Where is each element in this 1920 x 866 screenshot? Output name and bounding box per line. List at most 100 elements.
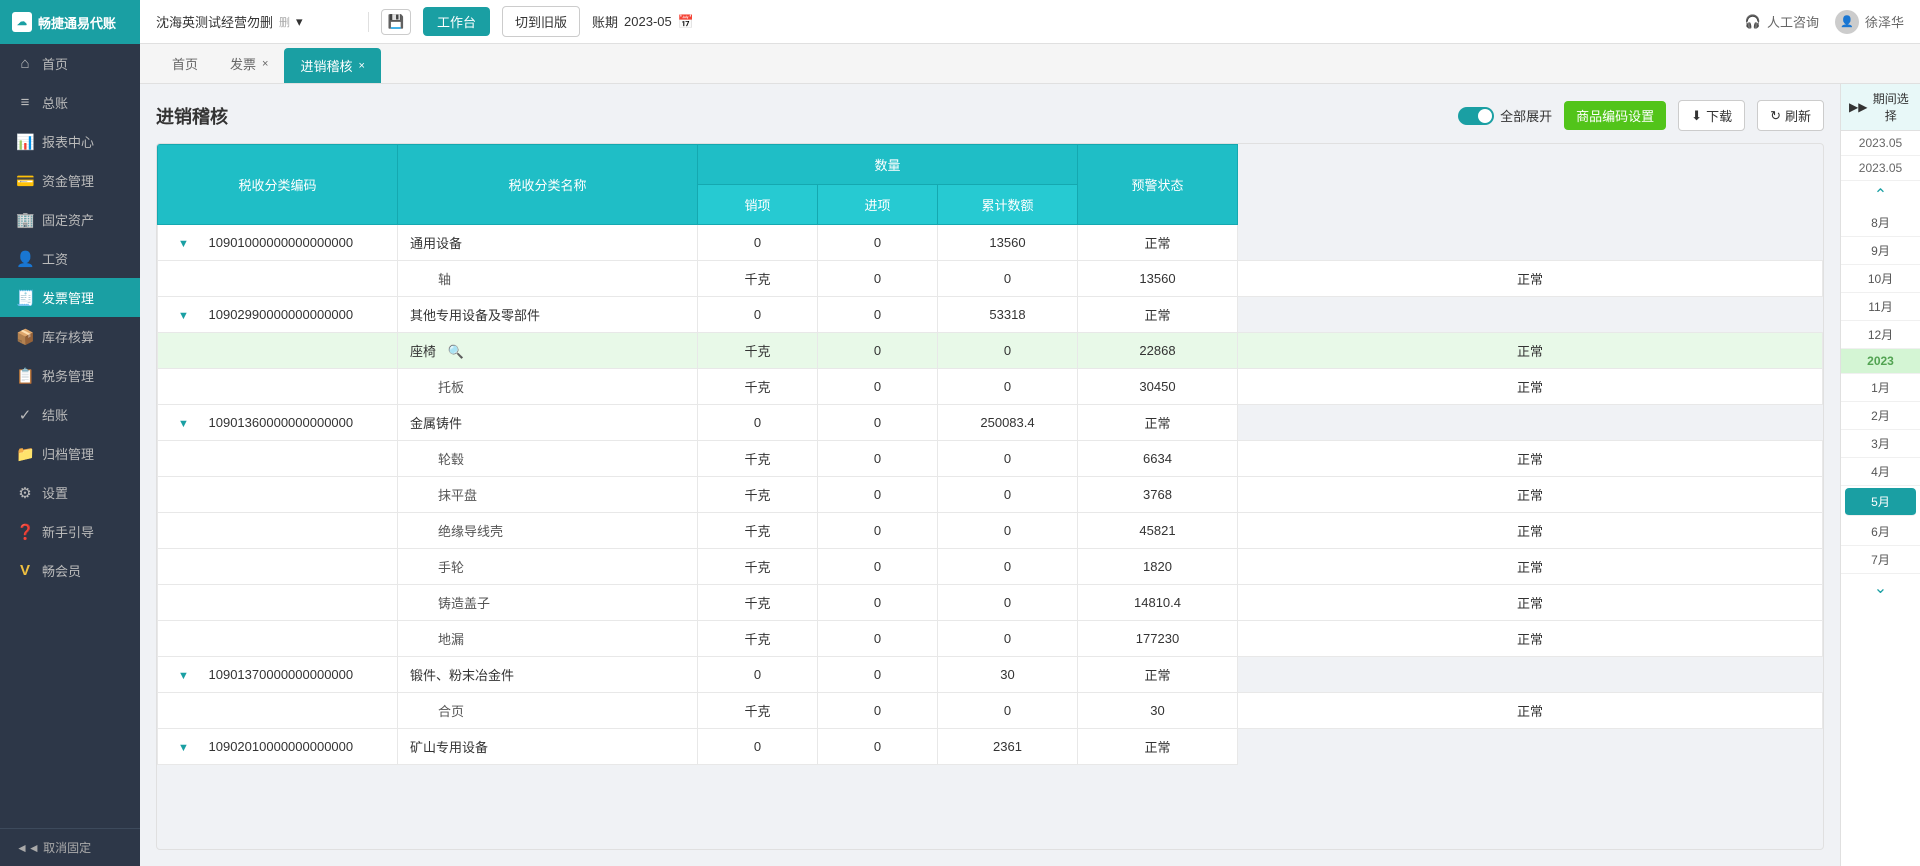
cell-purchase: 0: [818, 657, 938, 693]
assets-icon: 🏢: [16, 211, 34, 229]
cell-sale: 0: [698, 729, 818, 765]
cell-status: 正常: [1238, 333, 1823, 369]
cell-purchase: 0: [818, 225, 938, 261]
cell-purchase: 0: [938, 369, 1078, 405]
col-warning: 预警状态: [1078, 145, 1238, 225]
period-12[interactable]: 12月: [1841, 321, 1920, 349]
download-icon: ⬇: [1691, 108, 1702, 124]
cell-status: 正常: [1238, 621, 1823, 657]
sidebar-item-ledger[interactable]: ≡ 总账: [0, 83, 140, 122]
sidebar-item-salary[interactable]: 👤 工资: [0, 239, 140, 278]
period-1[interactable]: 1月: [1841, 374, 1920, 402]
page-title: 进销稽核: [156, 103, 228, 129]
sidebar-item-tax[interactable]: 📋 税务管理: [0, 356, 140, 395]
save-button[interactable]: 💾: [381, 9, 411, 35]
period-9[interactable]: 9月: [1841, 237, 1920, 265]
toolbar-right: 全部展开 商品编码设置 ⬇ 下载 ↻ 刷新: [1458, 100, 1824, 131]
sidebar-item-home[interactable]: ⌂ 首页: [0, 44, 140, 83]
sidebar-item-funds[interactable]: 💳 资金管理: [0, 161, 140, 200]
period-year-2023-05-2[interactable]: 2023.05: [1841, 156, 1920, 181]
company-selector[interactable]: 沈海英测试经营勿删 删 ▾: [156, 12, 356, 31]
period-11[interactable]: 11月: [1841, 293, 1920, 321]
sidebar-item-guide[interactable]: ❓ 新手引导: [0, 512, 140, 551]
tab-home[interactable]: 首页: [156, 46, 214, 83]
user-menu[interactable]: 👤 徐泽华: [1835, 10, 1904, 34]
sidebar-item-assets[interactable]: 🏢 固定资产: [0, 200, 140, 239]
cell-status: 正常: [1078, 297, 1238, 333]
topbar: 沈海英测试经营勿删 删 ▾ 💾 工作台 切到旧版 账期 2023-05 📅 🎧 …: [140, 0, 1920, 44]
sidebar-item-vip[interactable]: V 畅会员: [0, 551, 140, 590]
cell-name: 其他专用设备及零部件: [398, 297, 698, 333]
cell-total: 30: [1078, 693, 1238, 729]
cell-total: 22868: [1078, 333, 1238, 369]
workbench-button[interactable]: 工作台: [423, 7, 490, 36]
col-tax-code: 税收分类编码: [158, 145, 398, 225]
sidebar-item-reports[interactable]: 📊 报表中心: [0, 122, 140, 161]
calendar-icon[interactable]: 📅: [678, 14, 694, 30]
period-down-btn[interactable]: ⌄: [1841, 574, 1920, 602]
cell-name: 轴: [398, 261, 698, 297]
period-year-2023-05-1[interactable]: 2023.05: [1841, 131, 1920, 156]
tab-invoice[interactable]: 发票 ×: [214, 46, 284, 83]
period-3[interactable]: 3月: [1841, 430, 1920, 458]
product-code-btn[interactable]: 商品编码设置: [1564, 101, 1666, 130]
tab-invoice-close[interactable]: ×: [262, 58, 268, 70]
period-7[interactable]: 7月: [1841, 546, 1920, 574]
table-row: 铸造盖子 千克 0 0 14810.4 正常: [158, 585, 1823, 621]
sidebar-item-inventory[interactable]: 📦 库存核算: [0, 317, 140, 356]
switch-version-button[interactable]: 切到旧版: [502, 6, 580, 37]
cell-purchase: 0: [938, 513, 1078, 549]
cell-purchase: 0: [818, 405, 938, 441]
service-link[interactable]: 🎧 人工咨询: [1745, 12, 1819, 31]
cell-sale: 0: [818, 333, 938, 369]
sidebar-item-invoice[interactable]: 🧾 发票管理: [0, 278, 140, 317]
cell-unit: 千克: [698, 333, 818, 369]
cell-purchase: 0: [818, 729, 938, 765]
expand-toggle[interactable]: [1458, 107, 1494, 125]
cell-status: 正常: [1238, 549, 1823, 585]
company-delete-btn[interactable]: 删: [279, 14, 290, 30]
cell-code: [158, 477, 398, 513]
period-4[interactable]: 4月: [1841, 458, 1920, 486]
checkout-icon: ✓: [16, 406, 34, 424]
period-6[interactable]: 6月: [1841, 518, 1920, 546]
tab-reconcile-close[interactable]: ×: [358, 60, 364, 72]
cell-status: 正常: [1238, 585, 1823, 621]
cell-total: 53318: [938, 297, 1078, 333]
table-row: 座椅 🔍 千克 0 0 22868 正常: [158, 333, 1823, 369]
vip-icon: V: [16, 562, 34, 579]
table-row: 轴 千克 0 0 13560 正常: [158, 261, 1823, 297]
cell-status: 正常: [1238, 477, 1823, 513]
company-chevron-icon[interactable]: ▾: [296, 14, 303, 30]
cell-purchase: 0: [938, 477, 1078, 513]
cell-status: 正常: [1078, 729, 1238, 765]
tab-reconcile[interactable]: 进销稽核 ×: [284, 48, 380, 83]
search-icon[interactable]: 🔍: [448, 344, 464, 359]
table-row: ▼ 10901000000000000000 通用设备 0 0 13560 正常: [158, 225, 1823, 261]
download-btn[interactable]: ⬇ 下载: [1678, 100, 1745, 131]
period-up-btn[interactable]: ⌃: [1841, 181, 1920, 209]
reports-icon: 📊: [16, 133, 34, 151]
period-panel: ▶▶ 期间选择 2023.05 2023.05 ⌃ 8月 9月 10月 11月 …: [1840, 84, 1920, 866]
period-2[interactable]: 2月: [1841, 402, 1920, 430]
refresh-btn[interactable]: ↻ 刷新: [1757, 100, 1824, 131]
period-8[interactable]: 8月: [1841, 209, 1920, 237]
sidebar-item-settings[interactable]: ⚙ 设置: [0, 473, 140, 512]
cell-code: ▼ 10901360000000000000: [158, 405, 398, 441]
sidebar-item-archive[interactable]: 📁 归档管理: [0, 434, 140, 473]
period-5[interactable]: 5月: [1845, 488, 1916, 516]
table-row: 托板 千克 0 0 30450 正常: [158, 369, 1823, 405]
cell-status: 正常: [1238, 693, 1823, 729]
cell-total: 2361: [938, 729, 1078, 765]
cell-name: 托板: [398, 369, 698, 405]
period-header[interactable]: ▶▶ 期间选择: [1841, 84, 1920, 131]
cell-purchase: 0: [938, 549, 1078, 585]
cell-sale: 0: [698, 297, 818, 333]
unpin-button[interactable]: ◄◄ 取消固定: [0, 828, 140, 866]
table-body: ▼ 10901000000000000000 通用设备 0 0 13560 正常…: [158, 225, 1823, 765]
cell-purchase: 0: [938, 333, 1078, 369]
sidebar-item-checkout[interactable]: ✓ 结账: [0, 395, 140, 434]
period-10[interactable]: 10月: [1841, 265, 1920, 293]
cell-total: 3768: [1078, 477, 1238, 513]
table-row: 抹平盘 千克 0 0 3768 正常: [158, 477, 1823, 513]
